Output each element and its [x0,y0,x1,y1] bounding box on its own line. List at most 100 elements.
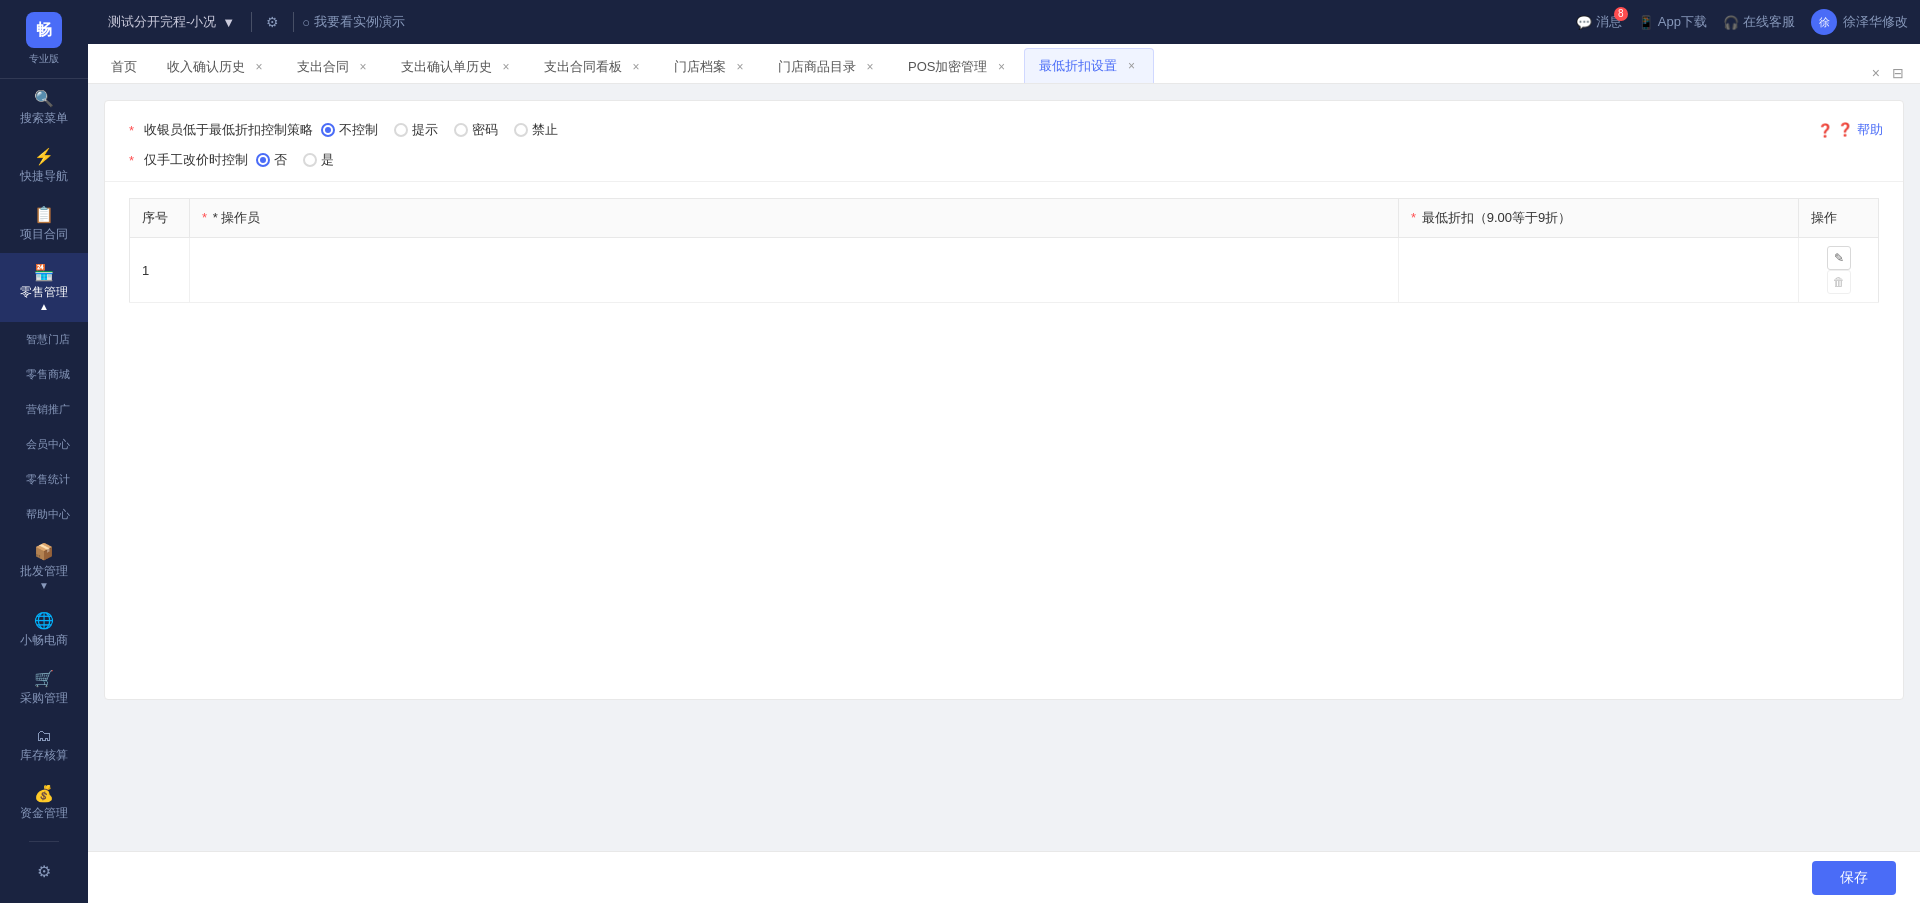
form-section: ❓ ❓ 帮助 * 收银员低于最低折扣控制策略 不控制 提示 [105,101,1903,182]
project-icon: 📋 [34,205,54,224]
sidebar-item-inventory[interactable]: 🗂 库存核算 [0,717,88,774]
online-service-label: 在线客服 [1743,13,1795,31]
message-badge: 8 [1614,7,1628,21]
close-tab-button[interactable]: × [1868,63,1884,83]
radio-forbid[interactable]: 禁止 [514,121,558,139]
tab-label: 最低折扣设置 [1039,57,1117,75]
logo-text: 专业版 [29,52,59,66]
sidebar-item-marketing[interactable]: 营销推广 [0,392,88,427]
sidebar-item-settings[interactable]: ⚙ [33,854,55,891]
save-button[interactable]: 保存 [1812,861,1896,895]
tab-close-icon[interactable]: × [251,59,267,75]
tab-pay-confirm[interactable]: 支出确认单历史 × [386,49,529,84]
expand-tabs-button[interactable]: ⊟ [1888,63,1908,83]
radio-password[interactable]: 密码 [454,121,498,139]
tab-min-discount[interactable]: 最低折扣设置 × [1024,48,1154,84]
tab-end-buttons: × ⊟ [1864,63,1912,83]
sidebar-item-retail-mall[interactable]: 零售商城 [0,357,88,392]
logo-icon: 畅 [26,12,62,48]
tab-pos-pwd[interactable]: POS加密管理 × [893,49,1024,84]
sidebar-item-finance[interactable]: 💰 资金管理 [0,774,88,832]
field1-label: 收银员低于最低折扣控制策略 [144,121,313,139]
radio-label: 是 [321,151,334,169]
demo-label: 我要看实例演示 [314,13,405,31]
sidebar-item-ledger[interactable]: 📒 总账管理 [0,832,88,841]
sidebar-bottom: ⚙ [29,841,59,903]
topbar: 测试分开完程-小况 ▼ ⚙ ○ 我要看实例演示 💬 消息 8 📱 App下载 🎧… [88,0,1920,44]
sidebar-item-wholesale[interactable]: 📦 批发管理 ▼ [0,532,88,601]
main-area: 测试分开完程-小况 ▼ ⚙ ○ 我要看实例演示 💬 消息 8 📱 App下载 🎧… [88,0,1920,903]
chevron-down-icon: ▼ [39,580,49,591]
sidebar-item-label: 帮助中心 [26,507,70,522]
chevron-down-icon: ▼ [222,15,235,30]
cell-action: ✎ 🗑 [1799,238,1879,303]
radio-label: 禁止 [532,121,558,139]
table-header-row: 序号 * * 操作员 * 最低折扣（9.00等于9折） 操作 [130,199,1879,238]
help-button[interactable]: ❓ ❓ 帮助 [1817,121,1883,139]
sidebar-item-label: 零售管理 [20,284,68,301]
tab-home[interactable]: 首页 [96,49,152,84]
online-service-button[interactable]: 🎧 在线客服 [1723,13,1795,31]
radio-remind[interactable]: 提示 [394,121,438,139]
tab-close-icon[interactable]: × [862,59,878,75]
required-indicator: * [129,153,134,168]
tab-close-icon[interactable]: × [355,59,371,75]
tab-close-icon[interactable]: × [732,59,748,75]
sidebar-item-retail-stat[interactable]: 零售统计 [0,462,88,497]
topbar-divider2 [293,12,294,32]
tab-close-icon[interactable]: × [1123,58,1139,74]
radio-circle [321,123,335,137]
sidebar-item-member[interactable]: 会员中心 [0,427,88,462]
tab-close-icon[interactable]: × [993,59,1009,75]
tab-store-goods[interactable]: 门店商品目录 × [763,49,893,84]
sidebar-item-label: 营销推广 [26,402,70,417]
col-header-operator: * * 操作员 [190,199,1399,238]
manual-control-radio-group: 否 是 [256,151,334,169]
radio-no-control[interactable]: 不控制 [321,121,378,139]
cell-operator [190,238,1399,303]
demo-button[interactable]: ○ 我要看实例演示 [302,13,405,31]
app-download-button[interactable]: 📱 App下载 [1638,13,1707,31]
tab-pay-contract[interactable]: 支出合同 × [282,49,386,84]
tab-close-icon[interactable]: × [628,59,644,75]
sidebar-item-label: 库存核算 [20,747,68,764]
ecom-icon: 🌐 [34,611,54,630]
control-strategy-radio-group: 不控制 提示 密码 禁止 [321,121,558,139]
chevron-up-icon: ▲ [39,301,49,312]
sidebar-item-search[interactable]: 🔍 搜索菜单 [0,79,88,137]
message-button[interactable]: 💬 消息 8 [1576,13,1622,31]
project-name: 测试分开完程-小况 [108,13,216,31]
delete-row-button[interactable]: 🗑 [1827,270,1851,294]
settings-button[interactable]: ⚙ [260,10,285,34]
discount-table: 序号 * * 操作员 * 最低折扣（9.00等于9折） 操作 1 [129,198,1879,303]
user-menu[interactable]: 徐 徐泽华修改 [1811,9,1908,35]
sidebar-item-retail[interactable]: 🏪 零售管理 ▲ [0,253,88,322]
sidebar-item-purchase[interactable]: 🛒 采购管理 [0,659,88,717]
tab-pay-board[interactable]: 支出合同看板 × [529,49,659,84]
tab-close-icon[interactable]: × [498,59,514,75]
sidebar-item-label: 采购管理 [20,690,68,707]
sidebar-item-smart-store[interactable]: 智慧门店 [0,322,88,357]
tab-store-file[interactable]: 门店档案 × [659,49,763,84]
tab-label: POS加密管理 [908,58,987,76]
tab-income-confirm[interactable]: 收入确认历史 × [152,49,282,84]
radio-yes[interactable]: 是 [303,151,334,169]
tabbar: 首页 收入确认历史 × 支出合同 × 支出确认单历史 × 支出合同看板 × 门店… [88,44,1920,84]
table-area: 序号 * * 操作员 * 最低折扣（9.00等于9折） 操作 1 [105,182,1903,319]
sidebar-item-label: 会员中心 [26,437,70,452]
service-icon: 🎧 [1723,15,1739,30]
topbar-divider [251,12,252,32]
page-content: ❓ ❓ 帮助 * 收银员低于最低折扣控制策略 不控制 提示 [88,84,1920,903]
sidebar-item-ecom[interactable]: 🌐 小畅电商 [0,601,88,659]
edit-row-button[interactable]: ✎ [1827,246,1851,270]
topbar-right: 💬 消息 8 📱 App下载 🎧 在线客服 徐 徐泽华修改 [1576,9,1908,35]
sidebar-item-shortcut[interactable]: ⚡ 快捷导航 [0,137,88,195]
radio-no[interactable]: 否 [256,151,287,169]
radio-label: 否 [274,151,287,169]
required-star: * [1411,210,1420,225]
download-icon: 📱 [1638,15,1654,30]
app-download-label: App下载 [1658,13,1707,31]
project-selector[interactable]: 测试分开完程-小况 ▼ [100,9,243,35]
sidebar-item-help[interactable]: 帮助中心 [0,497,88,532]
sidebar-item-project[interactable]: 📋 项目合同 [0,195,88,253]
